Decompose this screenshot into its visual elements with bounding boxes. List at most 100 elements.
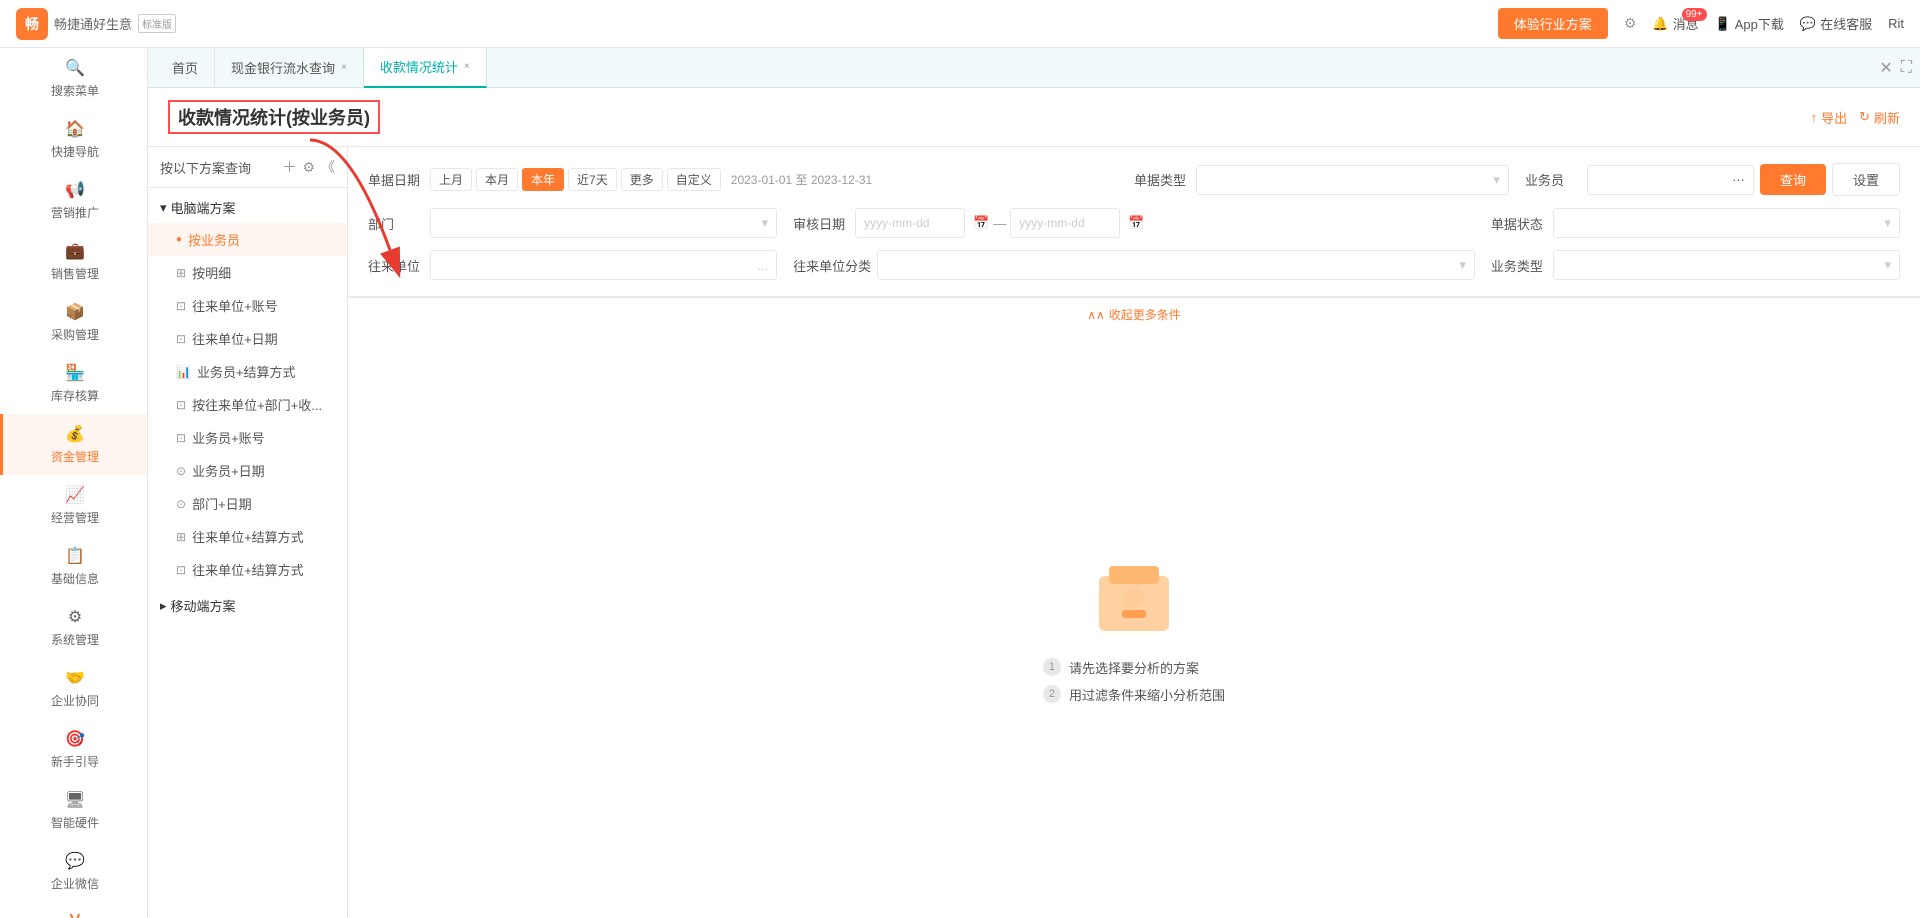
partner-category-label: 往来单位分类 xyxy=(793,256,871,275)
sidebar-item-hardware[interactable]: 🖥 智能硬件 xyxy=(0,780,147,841)
scheme-item-salesman-account[interactable]: ⊡ 业务员+账号 xyxy=(148,421,347,454)
scheme-item-detail[interactable]: ⊞ 按明细 xyxy=(148,256,347,289)
sidebar-item-search[interactable]: 🔍 搜索菜单 xyxy=(0,48,147,109)
partner-input[interactable]: ... xyxy=(430,250,777,280)
sidebar-item-label: 基础信息 xyxy=(51,570,99,587)
collapse-filter-btn[interactable]: ∧∧ 收起更多条件 xyxy=(348,297,1920,331)
download-icon: 📱 xyxy=(1715,16,1731,32)
tab-close-all-btn[interactable]: ✕ xyxy=(1879,58,1892,78)
refresh-btn[interactable]: ↻ 刷新 xyxy=(1859,108,1900,127)
app-download-btn[interactable]: 📱 App下载 xyxy=(1715,14,1784,33)
date-shortcut-more[interactable]: 更多 xyxy=(621,168,663,191)
dept-select[interactable]: ▾ xyxy=(430,208,777,238)
sidebar-item-label: 采购管理 xyxy=(51,326,99,343)
calendar-start-icon[interactable]: 📅 xyxy=(973,215,989,231)
bar-icon: 📊 xyxy=(176,365,191,379)
notification-count-badge: 99+ xyxy=(1682,8,1707,21)
chevron-category-icon: ▾ xyxy=(1459,257,1466,273)
tab-cash[interactable]: 现金银行流水查询 × xyxy=(215,48,364,88)
scheme-item-partner-settle1[interactable]: ⊞ 往来单位+结算方式 xyxy=(148,520,347,553)
date-shortcut-last-month[interactable]: 上月 xyxy=(430,168,472,191)
sidebar-item-sales[interactable]: 💼 销售管理 xyxy=(0,231,147,292)
add-scheme-icon[interactable]: ＋ xyxy=(282,157,296,177)
salesman-select[interactable]: ··· xyxy=(1587,165,1754,195)
chevron-up-icon: ∧∧ xyxy=(1087,308,1105,322)
step-1-num: 1 xyxy=(1043,658,1061,676)
sidebar-item-label: 企业协同 xyxy=(51,692,99,709)
date-range-display: 2023-01-01 至 2023-12-31 xyxy=(731,171,872,188)
query-btn[interactable]: 查询 xyxy=(1760,164,1826,195)
tab-receipt[interactable]: 收款情况统计 × xyxy=(364,48,487,88)
review-date-end[interactable]: yyyy-mm-dd xyxy=(1010,208,1120,238)
doc-type-select[interactable]: ▾ xyxy=(1196,165,1509,195)
page-header: 收款情况统计(按业务员) ↑ 导出 ↻ 刷新 xyxy=(148,88,1920,147)
scheme-item-label: 往来单位+结算方式 xyxy=(192,527,304,546)
sidebar-item-finance[interactable]: 💰 资金管理 xyxy=(0,414,147,475)
export-btn[interactable]: ↑ 导出 xyxy=(1811,108,1848,127)
service-icon: 💬 xyxy=(1800,16,1816,32)
mobile-group-header[interactable]: ▸ 移动端方案 xyxy=(148,590,347,621)
scheme-item-partner-account[interactable]: ⊡ 往来单位+账号 xyxy=(148,289,347,322)
try-industry-btn[interactable]: 体验行业方案 xyxy=(1498,8,1608,39)
date-shortcut-custom[interactable]: 自定义 xyxy=(667,168,721,191)
scheme-item-label: 按业务员 xyxy=(188,230,240,249)
calendar-end-icon[interactable]: 📅 xyxy=(1128,215,1144,231)
sidebar-item-system[interactable]: ⚙ 系统管理 xyxy=(0,597,147,658)
sidebar-item-business[interactable]: 📈 经营管理 xyxy=(0,475,147,536)
sidebar-item-basic[interactable]: 📋 基础信息 xyxy=(0,536,147,597)
monitor-icon: 🖥 xyxy=(65,790,85,810)
review-date-start[interactable]: yyyy-mm-dd xyxy=(855,208,965,238)
step-2-text: 用过滤条件来缩小分析范围 xyxy=(1069,685,1225,704)
partner-category-select[interactable]: ▾ xyxy=(877,250,1475,280)
date-shortcut-7days[interactable]: 近7天 xyxy=(568,168,617,191)
empty-step-2: 2 用过滤条件来缩小分析范围 xyxy=(1043,685,1225,704)
scheme-item-partner-settle2[interactable]: ⊡ 往来单位+结算方式 xyxy=(148,553,347,586)
scheme-item-salesman-settlement[interactable]: 📊 业务员+结算方式 xyxy=(148,355,347,388)
money-icon: 💰 xyxy=(65,424,85,444)
collapse-scheme-icon[interactable]: 《 xyxy=(321,157,335,177)
logo-icon: 畅 xyxy=(16,8,48,40)
page-title: 收款情况统计(按业务员) xyxy=(168,100,380,134)
scheme-item-label: 部门+日期 xyxy=(192,494,252,513)
sidebar-item-label: 企业微信 xyxy=(51,875,99,892)
tab-home[interactable]: 首页 xyxy=(156,48,215,88)
notification-btn[interactable]: 🔔 消息 99+ xyxy=(1652,14,1698,33)
scheme-item-label: 往来单位+日期 xyxy=(192,329,278,348)
tab-maximize-btn[interactable]: ⛶ xyxy=(1901,59,1912,77)
date-shortcut-this-month[interactable]: 本月 xyxy=(476,168,518,191)
logo-area: 畅 畅捷通好生意 标准版 xyxy=(16,8,176,40)
sidebar-item-label: 经营管理 xyxy=(51,509,99,526)
chevron-down-icon: ▾ xyxy=(160,200,167,216)
scheme-item-label: 往来单位+结算方式 xyxy=(192,560,304,579)
sidebar-item-purchase[interactable]: 📦 采购管理 xyxy=(0,292,147,353)
sidebar-item-marketing[interactable]: 📢 营销推广 xyxy=(0,170,147,231)
sidebar-item-inventory[interactable]: 🏪 库存核算 xyxy=(0,353,147,414)
setting-btn[interactable]: 设置 xyxy=(1832,163,1900,196)
sidebar: 🔍 搜索菜单 🏠 快捷导航 📢 营销推广 💼 销售管理 📦 采购管理 🏪 库存核… xyxy=(0,48,148,918)
sidebar-item-nav[interactable]: 🏠 快捷导航 xyxy=(0,109,147,170)
sidebar-item-guide[interactable]: 🎯 新手引导 xyxy=(0,719,147,780)
gear-settings[interactable]: ⚙ xyxy=(1624,15,1637,32)
scheme-item-salesman-date[interactable]: ⊙ 业务员+日期 xyxy=(148,454,347,487)
search-icon: 🔍 xyxy=(65,58,85,78)
scheme-item-salesman[interactable]: ● 按业务员 xyxy=(148,223,347,256)
sidebar-item-collab[interactable]: 🤝 企业协同 xyxy=(0,658,147,719)
biz-type-select[interactable]: ▾ xyxy=(1553,250,1900,280)
sidebar-item-member[interactable]: V 畅会员 xyxy=(0,902,147,918)
pc-group-label: 电脑端方案 xyxy=(171,198,236,217)
chevron-status-icon: ▾ xyxy=(1884,215,1891,231)
tab-cash-close[interactable]: × xyxy=(341,62,347,73)
scheme-item-partner-dept[interactable]: ⊡ 按往来单位+部门+收... xyxy=(148,388,347,421)
online-service-btn[interactable]: 💬 在线客服 xyxy=(1800,14,1872,33)
doc-status-select[interactable]: ▾ xyxy=(1553,208,1900,238)
scheme-panel: 按以下方案查询 ＋ ⚙ 《 ▾ 电脑端方案 ● 按业务员 xyxy=(148,147,348,918)
scheme-item-partner-date[interactable]: ⊡ 往来单位+日期 xyxy=(148,322,347,355)
pc-group-header[interactable]: ▾ 电脑端方案 xyxy=(148,192,347,223)
scheme-panel-title: 按以下方案查询 xyxy=(160,158,251,177)
tab-home-label: 首页 xyxy=(172,58,198,77)
settings-scheme-icon[interactable]: ⚙ xyxy=(302,159,315,176)
scheme-item-dept-date[interactable]: ⊙ 部门+日期 xyxy=(148,487,347,520)
sidebar-item-wechat[interactable]: 💬 企业微信 xyxy=(0,841,147,902)
tab-receipt-close[interactable]: × xyxy=(464,61,470,72)
date-shortcut-this-year[interactable]: 本年 xyxy=(522,168,564,191)
